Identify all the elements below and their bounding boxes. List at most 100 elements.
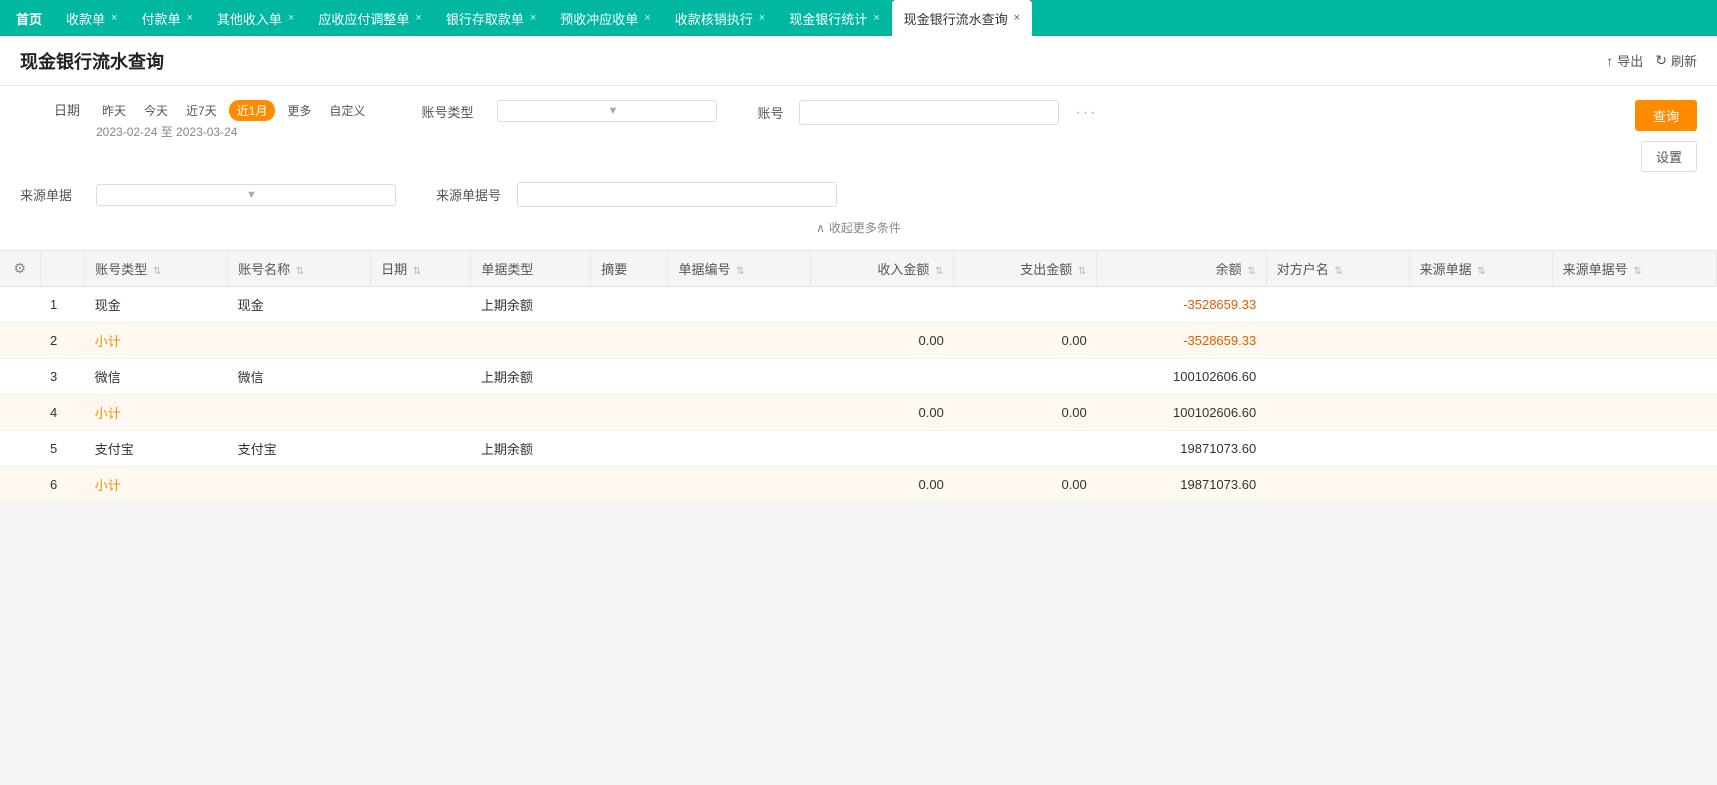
export-button[interactable]: ↑ 导出	[1606, 51, 1643, 70]
row-source-doc	[1409, 359, 1552, 395]
account-input[interactable]	[799, 100, 1059, 125]
table-row[interactable]: 3微信微信上期余额100102606.60	[0, 359, 1717, 395]
col-summary-label: 摘要	[601, 262, 627, 277]
date-btn-yesterday[interactable]: 昨天	[96, 100, 132, 121]
row-source-doc	[1409, 431, 1552, 467]
row-gear-cell	[0, 467, 40, 503]
close-other-income-icon[interactable]: ×	[288, 12, 294, 24]
row-doc-no	[668, 395, 811, 431]
collapse-bar[interactable]: ∧ 收起更多条件	[20, 215, 1697, 240]
sort-income-icon: ⇅	[935, 266, 943, 277]
row-source-doc	[1409, 287, 1552, 323]
source-doc-select[interactable]: ▼	[96, 184, 396, 206]
row-account-type: 支付宝	[85, 431, 228, 467]
close-collection-exec-icon[interactable]: ×	[759, 12, 765, 24]
col-source-doc-label: 来源单据	[1420, 262, 1472, 277]
nav-other-income[interactable]: 其他收入单 ×	[205, 0, 306, 36]
nav-payment[interactable]: 付款单 ×	[129, 0, 204, 36]
row-expense	[954, 431, 1097, 467]
row-account-name: 微信	[228, 359, 371, 395]
row-doc-no	[668, 431, 811, 467]
col-income-label: 收入金额	[877, 262, 929, 277]
nav-receipt[interactable]: 收款单 ×	[54, 0, 129, 36]
col-source-doc-no[interactable]: 来源单据号 ⇅	[1552, 251, 1716, 287]
nav-bank-deposit[interactable]: 银行存取款单 ×	[434, 0, 548, 36]
col-account-type[interactable]: 账号类型 ⇅	[85, 251, 228, 287]
date-btn-custom[interactable]: 自定义	[323, 100, 371, 121]
col-date[interactable]: 日期 ⇅	[371, 251, 471, 287]
table-body: 1现金现金上期余额-3528659.332小计0.000.00-3528659.…	[0, 287, 1717, 503]
date-btn-today[interactable]: 今天	[138, 100, 174, 121]
table-row[interactable]: 2小计0.000.00-3528659.33	[0, 323, 1717, 359]
nav-ar-adjust[interactable]: 应收应付调整单 ×	[306, 0, 433, 36]
collapse-up-icon: ∧	[816, 221, 825, 235]
col-doc-no[interactable]: 单据编号 ⇅	[668, 251, 811, 287]
sort-account-type-icon: ⇅	[153, 266, 161, 277]
row-gear-cell	[0, 323, 40, 359]
row-expense: 0.00	[954, 467, 1097, 503]
row-account-type: 小计	[85, 323, 228, 359]
nav-bank-flow-label: 现金银行流水查询	[904, 9, 1008, 28]
row-income: 0.00	[811, 323, 954, 359]
row-balance: 19871073.60	[1097, 467, 1266, 503]
refresh-button[interactable]: ↻ 刷新	[1655, 51, 1697, 70]
col-balance[interactable]: 余额 ⇅	[1097, 251, 1266, 287]
date-btn-more[interactable]: 更多	[281, 100, 317, 121]
table-row[interactable]: 5支付宝支付宝上期余额19871073.60	[0, 431, 1717, 467]
date-btn-7days[interactable]: 近7天	[180, 100, 223, 121]
query-button[interactable]: 查询	[1635, 100, 1697, 131]
row-counterpart	[1266, 323, 1409, 359]
source-doc-no-input[interactable]	[517, 182, 837, 207]
col-source-doc[interactable]: 来源单据 ⇅	[1409, 251, 1552, 287]
row-seq: 5	[40, 431, 85, 467]
row-source-doc-no	[1552, 467, 1716, 503]
nav-bank-deposit-label: 银行存取款单	[446, 9, 524, 28]
row-doc-type	[471, 323, 591, 359]
col-income[interactable]: 收入金额 ⇅	[811, 251, 954, 287]
table-row[interactable]: 6小计0.000.0019871073.60	[0, 467, 1717, 503]
col-counterpart[interactable]: 对方户名 ⇅	[1266, 251, 1409, 287]
right-buttons: 查询 设置	[1635, 100, 1697, 172]
row-account-name	[228, 395, 371, 431]
close-bank-flow-icon[interactable]: ×	[1014, 12, 1020, 24]
nav-collection-exec[interactable]: 收款核销执行 ×	[663, 0, 777, 36]
nav-bank-stats[interactable]: 现金银行统计 ×	[777, 0, 891, 36]
col-gear[interactable]: ⚙	[0, 251, 40, 287]
account-more-icon[interactable]: ···	[1075, 104, 1097, 122]
sort-counterpart-icon: ⇅	[1334, 266, 1342, 277]
row-account-type: 微信	[85, 359, 228, 395]
row-doc-no	[668, 287, 811, 323]
column-settings-icon[interactable]: ⚙	[13, 260, 26, 276]
account-type-select[interactable]: ▼	[497, 100, 717, 122]
nav-receipt-label: 收款单	[66, 9, 105, 28]
refresh-icon: ↻	[1655, 52, 1667, 69]
nav-home[interactable]: 首页	[4, 0, 54, 36]
row-gear-cell	[0, 395, 40, 431]
table-row[interactable]: 1现金现金上期余额-3528659.33	[0, 287, 1717, 323]
row-date	[371, 467, 471, 503]
close-receipt-icon[interactable]: ×	[111, 12, 117, 24]
nav-bank-flow[interactable]: 现金银行流水查询 ×	[892, 0, 1032, 36]
row-doc-type: 上期余额	[471, 359, 591, 395]
row-doc-no	[668, 467, 811, 503]
account-type-label: 账号类型	[421, 102, 473, 121]
row-source-doc-no	[1552, 323, 1716, 359]
date-btn-1month[interactable]: 近1月	[229, 100, 276, 121]
row-income	[811, 287, 954, 323]
close-bank-deposit-icon[interactable]: ×	[530, 12, 536, 24]
date-options: 昨天 今天 近7天 近1月 更多 自定义	[96, 100, 371, 121]
close-payment-icon[interactable]: ×	[186, 12, 192, 24]
table-row[interactable]: 4小计0.000.00100102606.60	[0, 395, 1717, 431]
close-advance-offset-icon[interactable]: ×	[644, 12, 650, 24]
close-ar-adjust-icon[interactable]: ×	[415, 12, 421, 24]
col-expense[interactable]: 支出金额 ⇅	[954, 251, 1097, 287]
sort-date-icon: ⇅	[413, 266, 421, 277]
settings-button[interactable]: 设置	[1641, 141, 1697, 172]
nav-advance-offset[interactable]: 预收冲应收单 ×	[548, 0, 662, 36]
row-account-type: 小计	[85, 395, 228, 431]
filter-area: 日期 昨天 今天 近7天 近1月 更多 自定义 2023-02-24 至 202…	[0, 86, 1717, 251]
col-expense-label: 支出金额	[1020, 262, 1072, 277]
col-account-name[interactable]: 账号名称 ⇅	[228, 251, 371, 287]
close-bank-stats-icon[interactable]: ×	[873, 12, 879, 24]
date-filter-label: 日期	[20, 100, 80, 119]
